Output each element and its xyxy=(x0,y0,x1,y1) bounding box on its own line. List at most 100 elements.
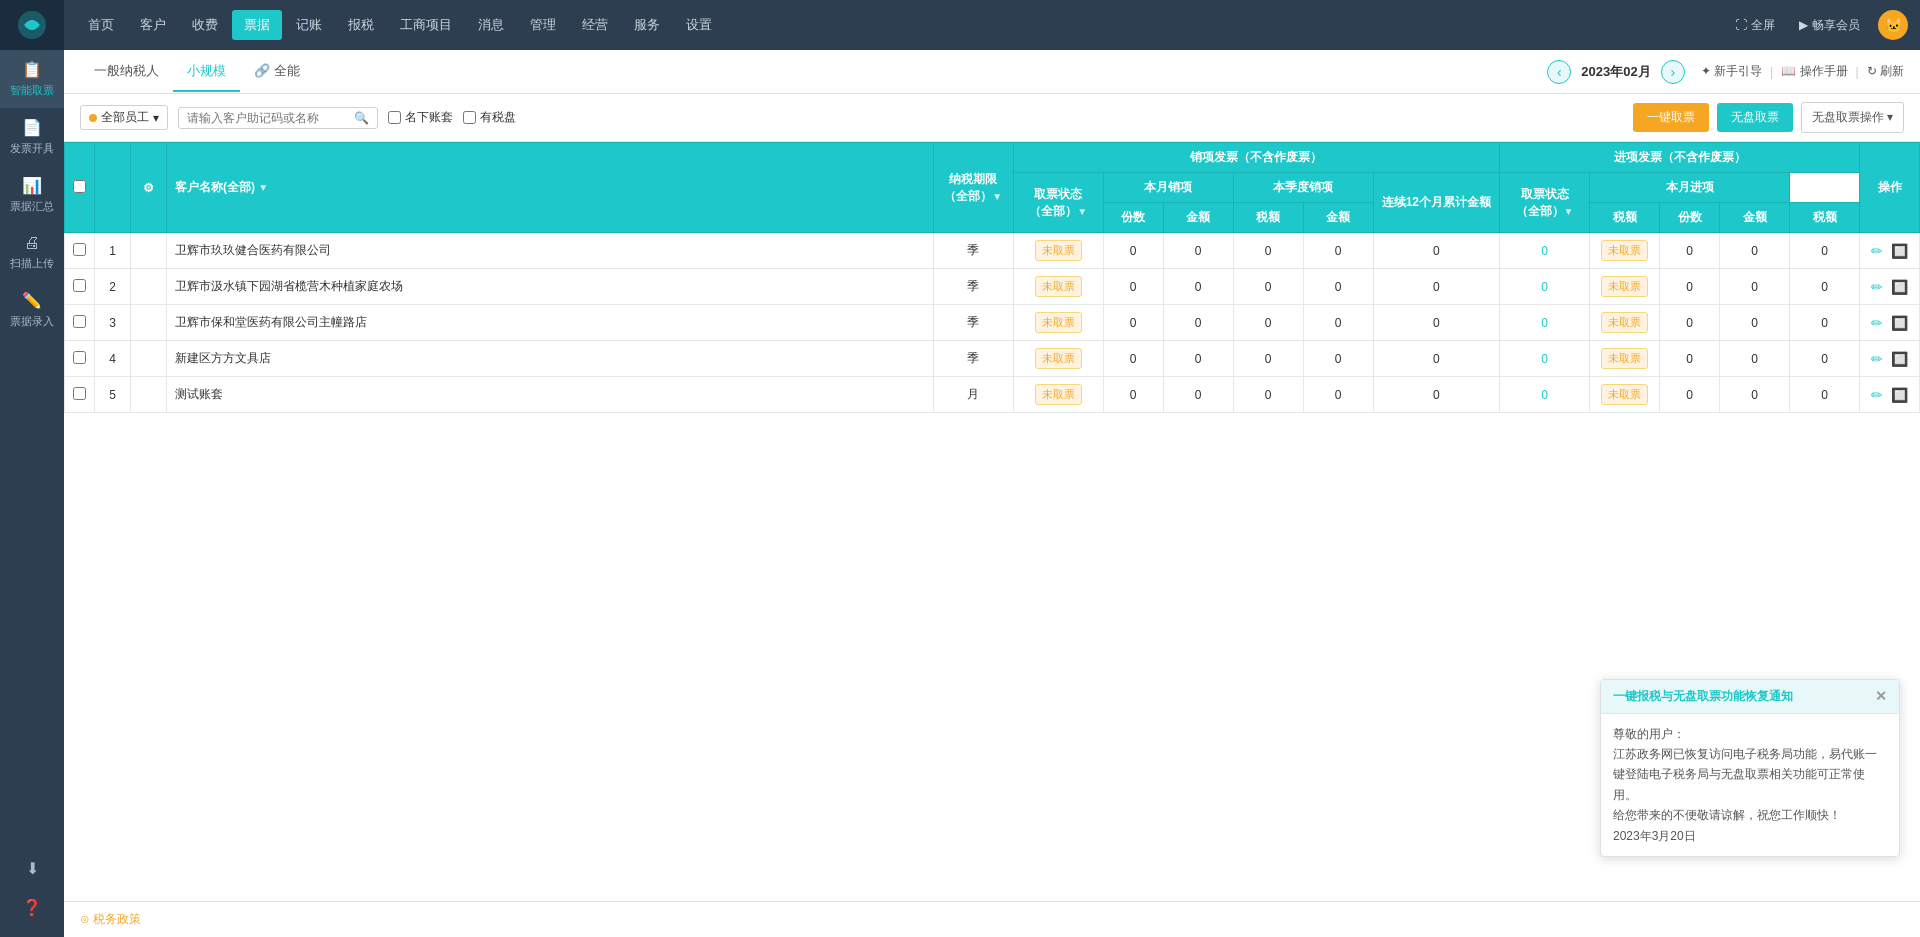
row-edit-icon[interactable]: ✏ xyxy=(1871,279,1883,295)
employee-dot xyxy=(89,114,97,122)
sidebar-item-invoice-summary[interactable]: 📊 票据汇总 xyxy=(0,166,64,224)
row-checkbox-cell[interactable] xyxy=(65,305,95,341)
th-s-m-amount: 金额 xyxy=(1163,203,1233,233)
nav-customer[interactable]: 客户 xyxy=(128,10,178,40)
tab-general-taxpayer[interactable]: 一般纳税人 xyxy=(80,52,173,92)
topbar-right: ⛶ 全屏 ▶ 畅享会员 🐱 xyxy=(1729,10,1908,40)
row-checkbox-cell[interactable] xyxy=(65,377,95,413)
row-p-m-tax: 0 xyxy=(1790,377,1860,413)
row-sales-status: 未取票 xyxy=(1013,269,1103,305)
annual-cum-link[interactable]: 0 xyxy=(1541,352,1548,366)
row-settings xyxy=(131,233,167,269)
row-detail-icon[interactable]: 🔲 xyxy=(1891,315,1908,331)
period-selector: ‹ 2023年02月 › xyxy=(1547,60,1684,84)
one-click-fetch-button[interactable]: 一键取票 xyxy=(1633,103,1709,132)
nav-business[interactable]: 工商项目 xyxy=(388,10,464,40)
row-settings xyxy=(131,305,167,341)
nav-message[interactable]: 消息 xyxy=(466,10,516,40)
period-next-btn[interactable]: › xyxy=(1661,60,1685,84)
sidebar-item-label: 发票开具 xyxy=(10,141,54,156)
annual-cum-link[interactable]: 0 xyxy=(1541,316,1548,330)
manual-btn[interactable]: 📖 操作手册 xyxy=(1781,63,1847,80)
avatar[interactable]: 🐱 xyxy=(1878,10,1908,40)
nav-home[interactable]: 首页 xyxy=(76,10,126,40)
sidebar-item-data-entry[interactable]: ✏️ 票据录入 xyxy=(0,281,64,339)
sidebar-logo xyxy=(0,0,64,50)
row-checkbox[interactable] xyxy=(73,279,86,292)
notification-close-btn[interactable]: ✕ xyxy=(1875,688,1887,704)
th-tax-period[interactable]: 纳税期限（全部）▼ xyxy=(933,143,1013,233)
row-num: 3 xyxy=(95,305,131,341)
row-tax-period: 季 xyxy=(933,233,1013,269)
toolbar: 全部员工 ▾ 🔍 名下账套 有税盘 一键取票 无盘取票 无盘取票操作 ▾ xyxy=(64,94,1920,142)
tab-all[interactable]: 🔗 全能 xyxy=(240,52,314,92)
sidebar-item-label: 票据汇总 xyxy=(10,199,54,214)
name-account-check[interactable] xyxy=(388,111,401,124)
row-actions: ✏ 🔲 xyxy=(1860,233,1920,269)
fullscreen-btn[interactable]: ⛶ 全屏 xyxy=(1729,13,1781,38)
row-detail-icon[interactable]: 🔲 xyxy=(1891,243,1908,259)
nav-settings[interactable]: 设置 xyxy=(674,10,724,40)
has-disk-checkbox[interactable]: 有税盘 xyxy=(463,109,516,126)
nav-collection[interactable]: 收费 xyxy=(180,10,230,40)
nav-bookkeeping[interactable]: 记账 xyxy=(284,10,334,40)
row-checkbox-cell[interactable] xyxy=(65,233,95,269)
row-detail-icon[interactable]: 🔲 xyxy=(1891,387,1908,403)
th-p-m-amount: 金额 xyxy=(1720,203,1790,233)
row-checkbox[interactable] xyxy=(73,351,86,364)
row-s-q-amount: 0 xyxy=(1303,269,1373,305)
sidebar-item-help[interactable]: ❓ xyxy=(0,888,64,927)
row-edit-icon[interactable]: ✏ xyxy=(1871,315,1883,331)
row-detail-icon[interactable]: 🔲 xyxy=(1891,279,1908,295)
new-guide-btn[interactable]: ✦ 新手引导 xyxy=(1701,63,1762,80)
th-customer-name[interactable]: 客户名称(全部) ▼ xyxy=(167,143,934,233)
subnav-actions: ✦ 新手引导 | 📖 操作手册 | ↻ 刷新 xyxy=(1701,63,1904,80)
row-edit-icon[interactable]: ✏ xyxy=(1871,243,1883,259)
row-checkbox-cell[interactable] xyxy=(65,269,95,305)
period-prev-btn[interactable]: ‹ xyxy=(1547,60,1571,84)
th-sales-status[interactable]: 取票状态（全部）▼ xyxy=(1013,173,1103,233)
table-row: 2 卫辉市汲水镇下园湖省榄营木种植家庭农场 季 未取票 0 0 0 0 0 0 … xyxy=(65,269,1920,305)
row-purchase-status: 未取票 xyxy=(1590,233,1660,269)
nav-tax[interactable]: 报税 xyxy=(336,10,386,40)
employee-select[interactable]: 全部员工 ▾ xyxy=(80,105,168,130)
annual-cum-link[interactable]: 0 xyxy=(1541,388,1548,402)
row-checkbox-cell[interactable] xyxy=(65,341,95,377)
th-annual-cumulative: 连续12个月累计金额 xyxy=(1373,173,1499,233)
row-checkbox[interactable] xyxy=(73,387,86,400)
row-sales-status: 未取票 xyxy=(1013,341,1103,377)
row-edit-icon[interactable]: ✏ xyxy=(1871,351,1883,367)
select-all-checkbox[interactable] xyxy=(73,180,86,193)
nav-manage[interactable]: 管理 xyxy=(518,10,568,40)
nav-service[interactable]: 服务 xyxy=(622,10,672,40)
search-input[interactable] xyxy=(187,111,350,125)
annual-cum-link[interactable]: 0 xyxy=(1541,280,1548,294)
refresh-btn[interactable]: ↻ 刷新 xyxy=(1867,63,1904,80)
has-disk-check[interactable] xyxy=(463,111,476,124)
nav-invoice[interactable]: 票据 xyxy=(232,10,282,40)
annual-cum-link[interactable]: 0 xyxy=(1541,244,1548,258)
sidebar-item-smart-fetch[interactable]: 📋 智能取票 xyxy=(0,50,64,108)
no-disk-fetch-button[interactable]: 无盘取票 xyxy=(1717,103,1793,132)
member-btn[interactable]: ▶ 畅享会员 xyxy=(1793,13,1866,38)
name-account-label: 名下账套 xyxy=(405,109,453,126)
row-customer-name: 卫辉市汲水镇下园湖省榄营木种植家庭农场 xyxy=(167,269,934,305)
nav-operation[interactable]: 经营 xyxy=(570,10,620,40)
row-p-m-amount: 0 xyxy=(1720,269,1790,305)
no-disk-ops-button[interactable]: 无盘取票操作 ▾ xyxy=(1801,102,1904,133)
th-purchase-status[interactable]: 取票状态（全部）▼ xyxy=(1500,173,1590,233)
sidebar-item-issue-invoice[interactable]: 📄 发票开具 xyxy=(0,108,64,166)
row-checkbox[interactable] xyxy=(73,315,86,328)
row-s-m-amount: 0 xyxy=(1163,305,1233,341)
row-edit-icon[interactable]: ✏ xyxy=(1871,387,1883,403)
row-detail-icon[interactable]: 🔲 xyxy=(1891,351,1908,367)
table-row: 5 测试账套 月 未取票 0 0 0 0 0 0 未取票 0 0 0 ✏ 🔲 xyxy=(65,377,1920,413)
sidebar-item-download[interactable]: ⬇ xyxy=(0,849,64,888)
name-account-checkbox[interactable]: 名下账套 xyxy=(388,109,453,126)
sidebar-item-scan-upload[interactable]: 🖨 扫描上传 xyxy=(0,224,64,281)
row-s-m-tax: 0 xyxy=(1233,233,1303,269)
policy-link[interactable]: ⊙ 税务政策 xyxy=(80,911,141,928)
tab-small-scale[interactable]: 小规模 xyxy=(173,52,240,92)
row-tax-period: 季 xyxy=(933,305,1013,341)
row-checkbox[interactable] xyxy=(73,243,86,256)
